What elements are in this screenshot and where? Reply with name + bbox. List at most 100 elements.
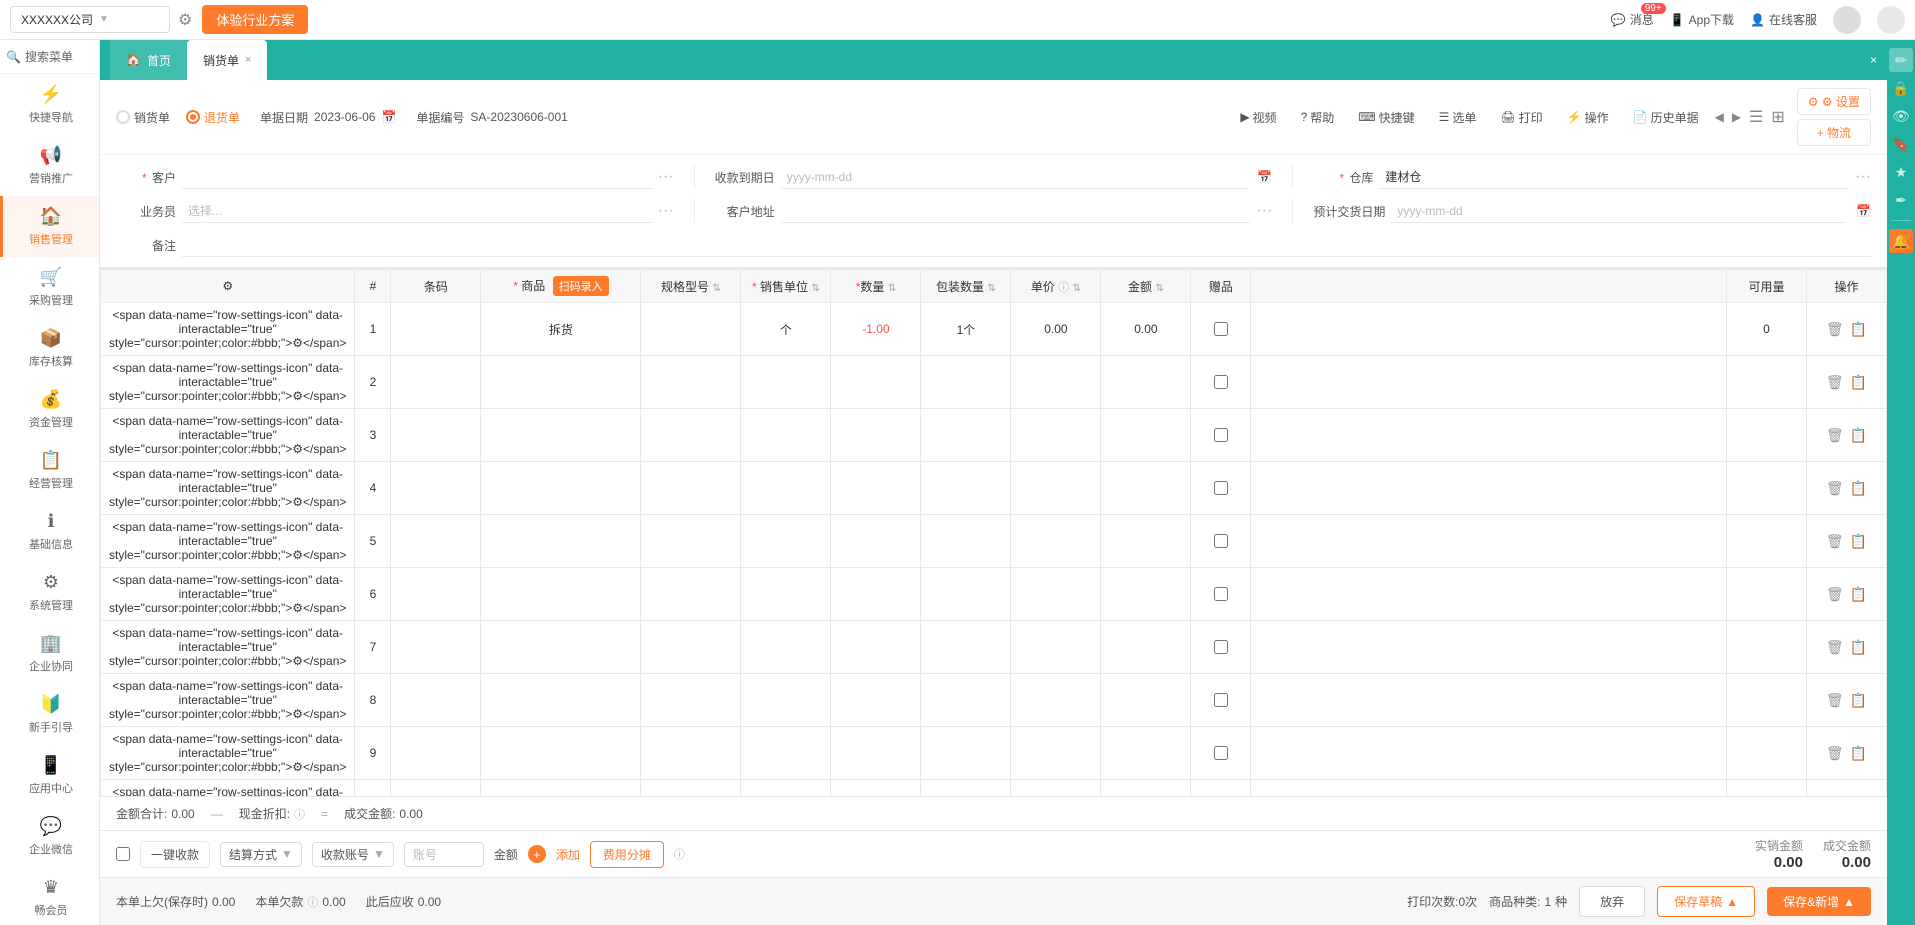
- row-product[interactable]: [481, 409, 641, 462]
- history-btn[interactable]: 📄 历史单据: [1625, 106, 1707, 129]
- save-new-btn[interactable]: 保存&新增 ▲: [1767, 887, 1871, 916]
- row-copy-icon[interactable]: 📋: [1850, 692, 1867, 709]
- row-product[interactable]: [481, 674, 641, 727]
- row-pack-qty[interactable]: [921, 621, 1011, 674]
- sidebar-item-membership[interactable]: ♛ 畅会员: [0, 867, 99, 925]
- calc-method-select[interactable]: 结算方式 ▼: [220, 842, 302, 867]
- row-delete-icon[interactable]: 🗑: [1826, 427, 1844, 444]
- row-qty[interactable]: [831, 674, 921, 727]
- row-delete-icon[interactable]: 🗑: [1826, 692, 1844, 709]
- row-amount[interactable]: [1101, 462, 1191, 515]
- row-spec[interactable]: [641, 621, 741, 674]
- radio-return-order[interactable]: 退货单: [186, 109, 240, 126]
- row-barcode[interactable]: [391, 621, 481, 674]
- gift-checkbox[interactable]: [1214, 746, 1228, 760]
- row-unit[interactable]: [741, 409, 831, 462]
- one-key-checkbox[interactable]: [116, 847, 130, 861]
- right-panel-bookmark-btn[interactable]: 🔖: [1889, 132, 1913, 156]
- row-product[interactable]: 拆货: [481, 303, 641, 356]
- row-price[interactable]: [1011, 356, 1101, 409]
- customer-addr-input[interactable]: [781, 199, 1251, 223]
- row-barcode[interactable]: [391, 303, 481, 356]
- row-unit[interactable]: [741, 462, 831, 515]
- sidebar-item-sales[interactable]: 🏠 销售管理: [0, 196, 99, 257]
- sidebar-item-tutorial[interactable]: 🔰 新手引导: [0, 684, 99, 745]
- row-barcode[interactable]: [391, 409, 481, 462]
- company-selector[interactable]: XXXXXX公司 ▼: [10, 6, 170, 33]
- row-price[interactable]: [1011, 674, 1101, 727]
- customer-addr-more-icon[interactable]: ···: [1256, 202, 1272, 220]
- sidebar-item-ops[interactable]: 📋 经营管理: [0, 440, 99, 501]
- row-amount[interactable]: 0.00: [1101, 303, 1191, 356]
- docno-value[interactable]: SA-20230606-001: [470, 110, 567, 124]
- account-input[interactable]: 账号: [404, 842, 484, 867]
- add-payment-btn[interactable]: +: [528, 845, 546, 863]
- row-pack-qty[interactable]: [921, 727, 1011, 780]
- row-qty[interactable]: [831, 356, 921, 409]
- right-panel-eye-btn[interactable]: 👁: [1889, 104, 1913, 128]
- row-product[interactable]: [481, 568, 641, 621]
- right-panel-star-btn[interactable]: ★: [1889, 160, 1913, 184]
- row-amount[interactable]: [1101, 727, 1191, 780]
- row-unit[interactable]: [741, 356, 831, 409]
- row-unit[interactable]: [741, 727, 831, 780]
- row-price[interactable]: [1011, 515, 1101, 568]
- row-barcode[interactable]: [391, 515, 481, 568]
- right-panel-alert-btn[interactable]: 🔔: [1889, 229, 1913, 253]
- row-product[interactable]: [481, 462, 641, 515]
- save-draft-btn[interactable]: 保存草稿 ▲: [1657, 886, 1755, 917]
- row-price[interactable]: [1011, 780, 1101, 797]
- row-price[interactable]: [1011, 568, 1101, 621]
- row-copy-icon[interactable]: 📋: [1850, 480, 1867, 497]
- sidebar-item-app-center[interactable]: 📱 应用中心: [0, 745, 99, 806]
- row-qty[interactable]: [831, 727, 921, 780]
- date-value[interactable]: 2023-06-06: [314, 110, 375, 124]
- sidebar-item-inventory[interactable]: 📦 库存核算: [0, 318, 99, 379]
- row-product[interactable]: [481, 515, 641, 568]
- row-price[interactable]: [1011, 462, 1101, 515]
- row-amount[interactable]: [1101, 621, 1191, 674]
- tab-close-icon[interactable]: ×: [245, 54, 251, 66]
- nav-next-btn[interactable]: ▶: [1732, 110, 1741, 124]
- row-pack-qty[interactable]: [921, 462, 1011, 515]
- video-btn[interactable]: ▶ 视频: [1232, 106, 1284, 129]
- row-pack-qty[interactable]: [921, 674, 1011, 727]
- right-panel-edit-btn[interactable]: ✏: [1889, 48, 1913, 72]
- row-pack-qty[interactable]: [921, 568, 1011, 621]
- row-qty[interactable]: [831, 568, 921, 621]
- salesperson-more-icon[interactable]: ···: [658, 202, 674, 220]
- row-price[interactable]: 0.00: [1011, 303, 1101, 356]
- radio-sale-order[interactable]: 销货单: [116, 109, 170, 126]
- settings-gear-button[interactable]: ⚙: [178, 10, 192, 30]
- nav-prev-btn[interactable]: ◀: [1715, 110, 1724, 124]
- logistics-btn[interactable]: + 物流: [1797, 119, 1871, 146]
- gift-checkbox[interactable]: [1214, 534, 1228, 548]
- view-grid-btn[interactable]: ⊞: [1771, 107, 1784, 127]
- row-spec[interactable]: [641, 303, 741, 356]
- row-price[interactable]: [1011, 727, 1101, 780]
- row-unit[interactable]: [741, 674, 831, 727]
- sidebar-search[interactable]: 🔍 搜索菜单: [0, 40, 99, 74]
- row-product[interactable]: [481, 356, 641, 409]
- row-pack-qty[interactable]: 1个: [921, 303, 1011, 356]
- tab-sale-order[interactable]: 销货单 ×: [187, 40, 267, 80]
- row-spec[interactable]: [641, 356, 741, 409]
- salesperson-input[interactable]: 选择...: [182, 199, 652, 223]
- row-spec[interactable]: [641, 409, 741, 462]
- print-btn[interactable]: 🖨 打印: [1492, 106, 1550, 129]
- notifications-button[interactable]: 💬 消息 99+: [1611, 11, 1654, 28]
- sidebar-item-basic-info[interactable]: ℹ 基础信息: [0, 501, 99, 562]
- app-download-button[interactable]: 📱 App下载: [1670, 11, 1734, 28]
- row-spec[interactable]: [641, 674, 741, 727]
- row-barcode[interactable]: [391, 462, 481, 515]
- scan-btn[interactable]: 扫码录入: [553, 276, 609, 296]
- warehouse-input[interactable]: 建材仓: [1379, 165, 1849, 189]
- row-amount[interactable]: [1101, 674, 1191, 727]
- row-copy-icon[interactable]: 📋: [1850, 745, 1867, 762]
- row-delete-icon[interactable]: 🗑: [1826, 480, 1844, 497]
- th-settings[interactable]: ⚙: [101, 270, 355, 303]
- sidebar-item-quick-nav[interactable]: ⚡ 快捷导航: [0, 74, 99, 135]
- row-price[interactable]: [1011, 621, 1101, 674]
- row-pack-qty[interactable]: [921, 409, 1011, 462]
- row-copy-icon[interactable]: 📋: [1850, 374, 1867, 391]
